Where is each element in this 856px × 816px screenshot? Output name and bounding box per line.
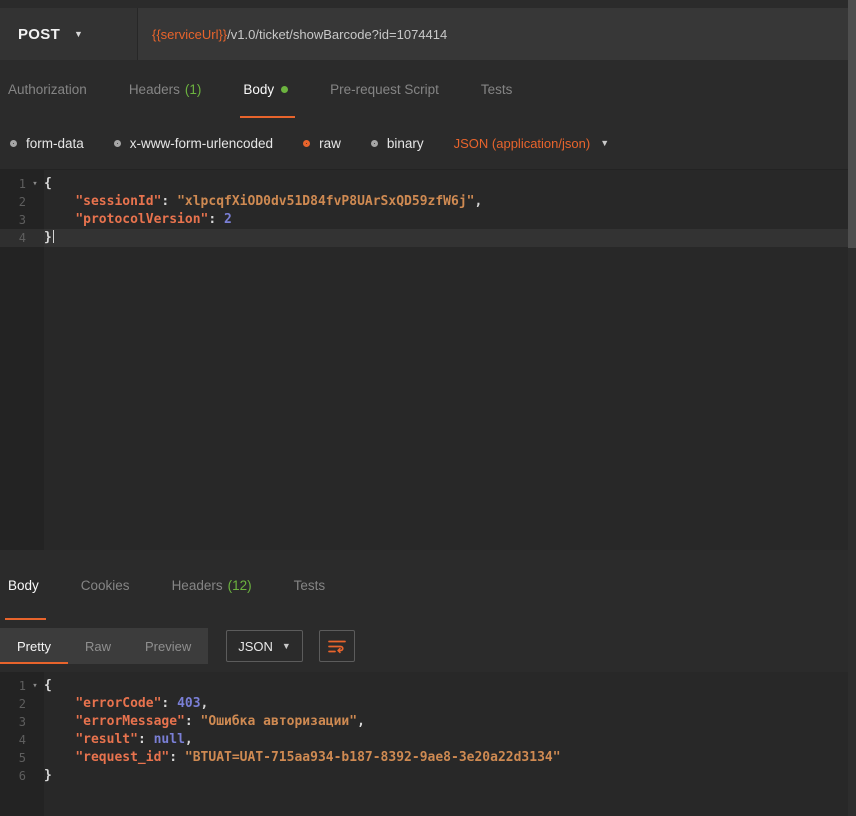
tab-pre-request-script[interactable]: Pre-request Script [330,60,439,118]
code-line[interactable]: 2 "errorCode": 403, [0,695,856,713]
wrap-lines-button[interactable] [318,630,355,662]
code-text: { [44,176,52,191]
code-text: "errorMessage": "Ошибка авторизации", [75,714,365,729]
tab-body[interactable]: Body [240,60,295,118]
view-preview-button[interactable]: Preview [128,628,208,664]
code-text: "request_id": "BTUAT=UAT-715aa934-b187-8… [75,750,561,765]
tab-label: Cookies [80,577,130,593]
tab-authorization[interactable]: Authorization [8,60,87,118]
code-text: } [44,768,52,783]
code-line[interactable]: 3 "errorMessage": "Ошибка авторизации", [0,713,856,731]
view-raw-button[interactable]: Raw [68,628,128,664]
response-view-toolbar: Pretty Raw Preview JSON ▼ [0,620,856,672]
option-binary[interactable]: binary [370,136,424,151]
line-number: 4 [18,733,26,747]
code-line[interactable]: 2 "sessionId": "xlpcqfXiOD0dv51D84fvP8UA… [0,193,856,211]
radio-icon [113,140,121,147]
line-number: 2 [18,195,26,209]
chevron-down-icon: ▼ [281,640,291,651]
option-form-data[interactable]: form-data [10,136,84,151]
tab-headers[interactable]: Headers (1) [129,60,202,118]
code-text: "protocolVersion": 2 [75,212,232,227]
chevron-down-icon: ▼ [74,28,83,39]
line-number: 6 [18,769,26,783]
method-selector[interactable]: POST ▼ [0,8,138,60]
response-tabs: Body Cookies Headers (12) Tests [0,550,856,620]
url-path: /v1.0/ticket/showBarcode?id=1074414 [227,26,448,42]
response-format-dropdown[interactable]: JSON ▼ [226,630,303,662]
tab-label: Body [8,577,39,593]
option-raw[interactable]: raw [303,136,341,151]
headers-count-badge: (12) [227,577,252,593]
option-x-www-form-urlencoded[interactable]: x-www-form-urlencoded [113,136,273,151]
tab-label: Tests [293,577,326,593]
content-type-label: JSON (application/json) [453,136,591,151]
radio-selected-icon [303,140,311,147]
response-tab-tests[interactable]: Tests [294,550,326,620]
code-text: "errorCode": 403, [75,696,209,711]
response-tab-cookies[interactable]: Cookies [81,550,130,620]
line-number: 4 [18,231,26,245]
tab-tests[interactable]: Tests [481,60,513,118]
postman-window: POST ▼ {{serviceUrl}}/v1.0/ticket/showBa… [0,0,856,816]
code-line[interactable]: 1 ▾{ [0,175,856,193]
code-line[interactable]: 1 ▾{ [0,677,856,695]
text-cursor [52,230,55,243]
response-body-editor[interactable]: 1 ▾{2 "errorCode": 403, 3 "errorMessage": … [0,672,856,816]
headers-count-badge: (1) [184,81,202,97]
tab-label: Body [243,81,275,97]
response-tab-headers[interactable]: Headers (12) [172,550,252,620]
line-number: 1 [18,177,26,191]
tab-label: Tests [480,81,513,97]
line-number: 1 [18,679,26,693]
view-mode-switch: Pretty Raw Preview [0,628,209,664]
format-label: JSON [238,638,273,654]
body-present-dot-icon [281,85,289,93]
tab-label: Pre-request Script [330,81,439,97]
radio-icon [370,140,378,147]
code-text: "result": null, [75,732,193,747]
code-line[interactable]: 3 "protocolVersion": 2 [0,211,856,229]
line-number: 2 [18,697,26,711]
wrap-lines-icon [327,639,346,654]
window-scrollbar[interactable] [848,0,856,816]
code-line[interactable]: 6} [0,767,856,785]
code-text: "sessionId": "xlpcqfXiOD0dv51D84fvP8UArS… [75,194,483,209]
scrollbar-thumb[interactable] [848,0,856,248]
url-variable: {{serviceUrl}} [152,26,228,42]
request-body-editor[interactable]: 1 ▾{2 "sessionId": "xlpcqfXiOD0dv51D84fvP… [0,170,856,550]
content-type-dropdown[interactable]: JSON (application/json) ▼ [454,136,609,151]
code-line[interactable]: 4 "result": null, [0,731,856,749]
body-type-selector: form-data x-www-form-urlencoded raw bina… [0,118,856,170]
code-line[interactable]: 5 "request_id": "BTUAT=UAT-715aa934-b187… [0,749,856,767]
fold-caret-icon[interactable]: ▾ [26,175,44,193]
line-number: 3 [18,213,26,227]
radio-icon [10,140,17,147]
line-number: 5 [18,751,26,765]
request-tabs: Authorization Headers (1) Body Pre-reque… [0,60,856,118]
tab-label: Headers [171,577,223,593]
url-input[interactable]: {{serviceUrl}}/v1.0/ticket/showBarcode?i… [138,8,856,60]
view-pretty-button[interactable]: Pretty [0,628,68,664]
tab-label: Headers [128,81,180,97]
tab-label: Authorization [8,81,87,97]
response-tab-body[interactable]: Body [5,550,46,620]
chevron-down-icon: ▼ [600,138,610,148]
code-text: { [44,678,52,693]
code-text: } [44,229,55,247]
fold-caret-icon[interactable]: ▾ [26,677,44,695]
line-number: 3 [18,715,26,729]
method-label: POST [18,25,61,43]
code-line[interactable]: 4} [0,229,856,247]
url-bar: POST ▼ {{serviceUrl}}/v1.0/ticket/showBa… [0,8,856,60]
